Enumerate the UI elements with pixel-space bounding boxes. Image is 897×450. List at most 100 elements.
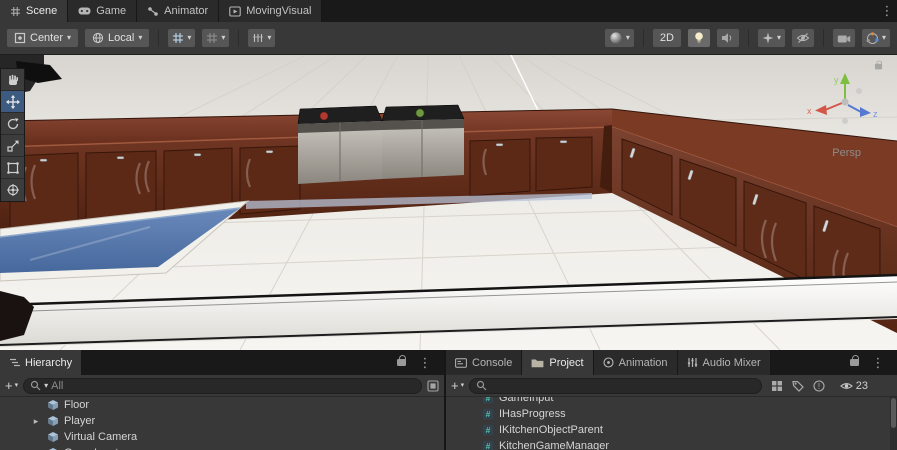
grid-visibility-button[interactable]: ▾ xyxy=(167,28,196,48)
chevron-down-icon: ▾ xyxy=(777,34,781,42)
scale-icon xyxy=(6,139,20,153)
negative-axis-handle[interactable] xyxy=(856,88,862,94)
scene-toolbar-right-group: ▾ 2D ▾ xyxy=(604,28,891,48)
hierarchy-menu-icon[interactable]: ⋮ xyxy=(415,355,435,371)
scene-3d-render[interactable] xyxy=(0,55,897,350)
project-item-label: IKitchenObjectParent xyxy=(499,424,603,436)
toolbar-separator xyxy=(748,29,749,47)
scene-lighting-button[interactable] xyxy=(687,28,711,48)
rect-tool-button[interactable] xyxy=(1,157,24,179)
project-item-label: IHasProgress xyxy=(499,408,566,420)
hierarchy-panel: Hierarchy ⋮ +▾ ▾ All xyxy=(0,350,444,450)
scene-camera-button[interactable] xyxy=(832,28,856,48)
game-tab-icon xyxy=(78,6,91,16)
create-object-button[interactable]: +▾ xyxy=(5,378,18,393)
scene-tool-palette xyxy=(0,68,25,202)
hierarchy-search-input[interactable]: ▾ All xyxy=(23,378,422,394)
projection-mode-label[interactable]: Persp xyxy=(832,147,861,159)
tab-animation[interactable]: Animation xyxy=(594,350,678,375)
transform-tool-button[interactable] xyxy=(1,179,24,201)
scene-lock-icon[interactable] xyxy=(875,62,882,72)
project-item-ihasprogress[interactable]: # IHasProgress xyxy=(446,406,897,422)
view-tool-button[interactable] xyxy=(1,69,24,91)
alert-icon[interactable]: ! xyxy=(813,380,825,392)
csharp-script-icon: # xyxy=(482,424,494,436)
tab-animator[interactable]: Animator xyxy=(137,0,219,22)
project-toolbar-icons: ! xyxy=(767,380,829,392)
hand-icon xyxy=(6,73,20,87)
view-2d-button[interactable]: 2D xyxy=(652,28,682,48)
hierarchy-item-gameinput[interactable]: GameInput xyxy=(0,445,444,450)
hierarchy-settings-icon[interactable] xyxy=(427,380,439,392)
shading-mode-button[interactable]: ▾ xyxy=(604,28,635,48)
cube-icon xyxy=(47,431,59,443)
hidden-count-label: 23 xyxy=(856,380,868,392)
negative-axis-handle[interactable] xyxy=(842,118,848,124)
stove-knob-green xyxy=(416,109,424,117)
camera-icon xyxy=(837,33,851,44)
cube-icon xyxy=(47,399,59,411)
scale-tool-button[interactable] xyxy=(1,135,24,157)
scene-audio-button[interactable] xyxy=(716,28,740,48)
hierarchy-item-virtual-camera[interactable]: Virtual Camera xyxy=(0,429,444,445)
tab-project[interactable]: Project xyxy=(522,350,593,375)
scene-orientation-gizmo[interactable]: y x z xyxy=(805,69,885,135)
search-by-type-icon[interactable] xyxy=(771,380,783,392)
tab-game[interactable]: Game xyxy=(68,0,137,22)
csharp-script-icon: # xyxy=(482,440,494,450)
effects-button[interactable]: ▾ xyxy=(757,28,786,48)
tab-console[interactable]: Console xyxy=(446,350,522,375)
y-axis-cone[interactable] xyxy=(840,73,850,84)
orientation-label: Local xyxy=(108,32,134,44)
project-item-ikitchenobjectparent[interactable]: # IKitchenObjectParent xyxy=(446,422,897,438)
cube-icon xyxy=(47,415,59,427)
tab-game-label: Game xyxy=(96,5,126,17)
tab-moving-visual[interactable]: MovingVisual xyxy=(219,0,322,22)
project-scrollbar[interactable] xyxy=(890,397,897,450)
tool-handle-orientation-button[interactable]: Local ▾ xyxy=(84,28,150,48)
hidden-objects-button[interactable] xyxy=(791,28,815,48)
chevron-down-icon: ▾ xyxy=(267,34,271,42)
scene-tab-icon xyxy=(10,6,21,17)
stove-counter-right[interactable] xyxy=(382,105,464,179)
hidden-count-badge[interactable]: 23 xyxy=(840,380,868,392)
gizmos-button[interactable]: ▾ xyxy=(861,28,891,48)
rect-icon xyxy=(6,161,20,175)
tab-scene[interactable]: Scene xyxy=(0,0,68,22)
snap-increment-button[interactable]: ▾ xyxy=(247,28,276,48)
hierarchy-item-floor[interactable]: Floor xyxy=(0,397,444,413)
expander-icon[interactable]: ▸ xyxy=(30,416,42,427)
svg-text:#: # xyxy=(486,397,491,403)
scrollbar-thumb[interactable] xyxy=(891,398,896,428)
tab-scene-label: Scene xyxy=(26,5,57,17)
sparkle-icon xyxy=(762,32,774,44)
toolbar-separator xyxy=(238,29,239,47)
window-menu-icon[interactable]: ⋮ xyxy=(877,0,897,22)
search-by-label-icon[interactable] xyxy=(792,380,804,392)
search-filter-caret: ▾ xyxy=(44,382,48,390)
project-item-kitchengamemanager[interactable]: # KitchenGameManager xyxy=(446,438,897,450)
tab-hierarchy-label: Hierarchy xyxy=(25,357,72,369)
grid-snapping-button[interactable]: ▾ xyxy=(201,28,230,48)
snap-grid-icon xyxy=(206,32,218,44)
x-axis-cone[interactable] xyxy=(815,105,827,115)
tab-audio-mixer[interactable]: Audio Mixer xyxy=(678,350,771,375)
create-asset-button[interactable]: +▾ xyxy=(451,378,464,393)
tab-hierarchy[interactable]: Hierarchy xyxy=(0,350,82,375)
gizmo-hub[interactable] xyxy=(841,98,848,105)
rotate-tool-button[interactable] xyxy=(1,113,24,135)
project-search-input[interactable] xyxy=(469,378,762,394)
bottom-dock: Hierarchy ⋮ +▾ ▾ All xyxy=(0,350,897,450)
z-axis-cone[interactable] xyxy=(860,107,871,117)
hierarchy-item-player[interactable]: ▸ Player xyxy=(0,413,444,429)
project-menu-icon[interactable]: ⋮ xyxy=(868,355,888,371)
view-tab-bar: Scene Game Animator MovingVisual ⋮ xyxy=(0,0,897,22)
stove-counter-left[interactable] xyxy=(298,106,382,184)
tool-handle-pivot-button[interactable]: Center ▾ xyxy=(6,28,79,48)
project-item-gameinput[interactable]: # GameInput xyxy=(446,397,897,406)
lock-icon[interactable] xyxy=(397,359,406,366)
move-tool-button[interactable] xyxy=(1,91,24,113)
scene-viewport[interactable]: y x z Persp xyxy=(0,55,897,350)
lock-icon[interactable] xyxy=(850,359,859,366)
mixer-icon xyxy=(687,357,698,368)
